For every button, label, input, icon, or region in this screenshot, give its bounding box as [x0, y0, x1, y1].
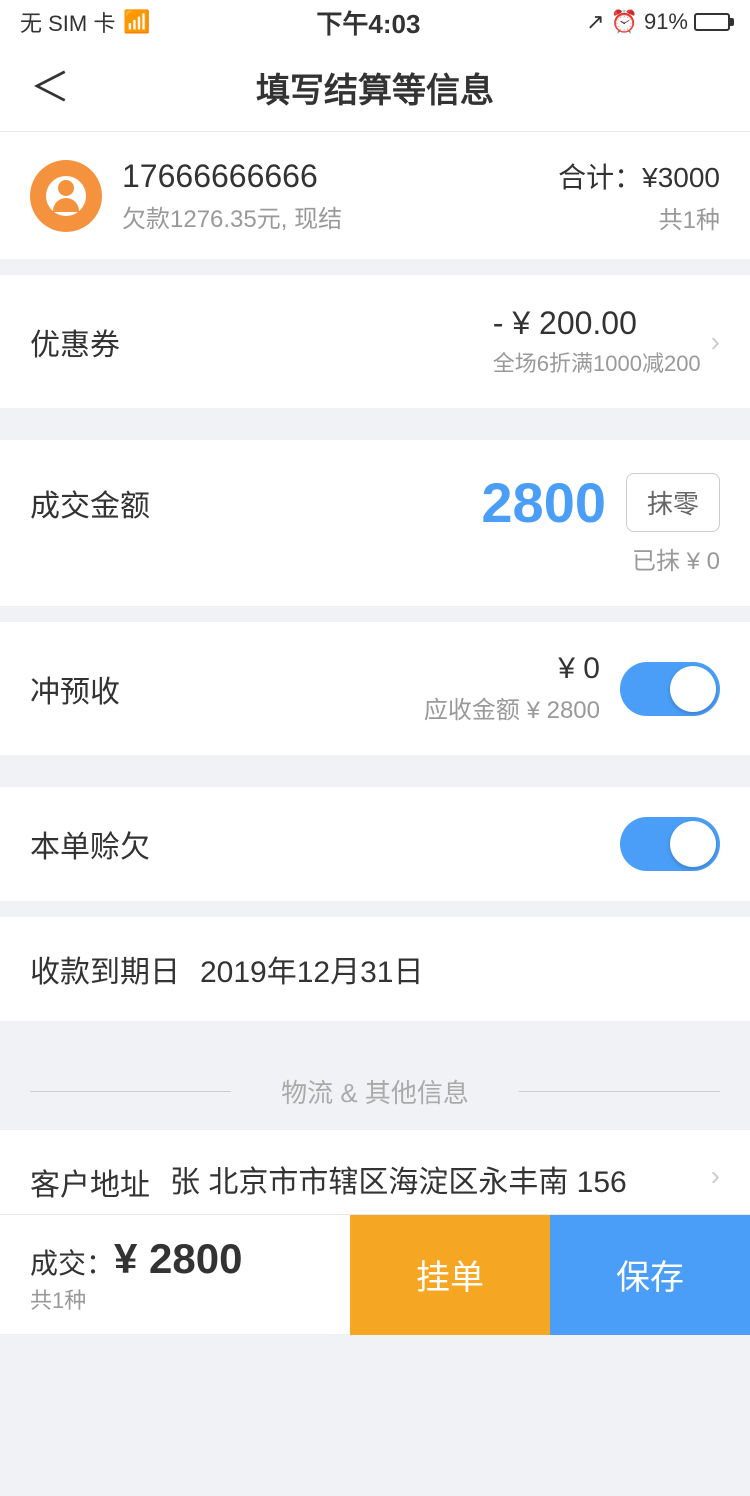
deal-row: 成交金额 2800 抹零 — [30, 470, 720, 535]
deal-amount-section: 成交金额 2800 抹零 已抹 ¥ 0 — [0, 440, 750, 606]
prepay-section: 冲预收 ¥ 0 应收金额 ¥ 2800 — [0, 622, 750, 755]
logistics-divider: 物流 & 其他信息 — [0, 1053, 750, 1130]
customer-right: 合计：¥3000 共1种 — [558, 156, 720, 235]
hang-button-label: 挂单 — [416, 1250, 484, 1299]
prepay-right: ¥ 0 应收金额 ¥ 2800 — [424, 652, 720, 725]
bottom-bar: 成交：¥ 2800 共1种 挂单 保存 — [0, 1214, 750, 1334]
total-label: 合计： — [558, 162, 642, 193]
coupon-amount: - ¥ 200.00 — [493, 305, 701, 342]
status-bar: 无 SIM 卡 📶 下午4:03 ↗ ⏰ 91% — [0, 0, 750, 44]
avatar — [30, 160, 102, 232]
prepay-label: 冲预收 — [30, 667, 120, 711]
bottom-deal-label: 成交： — [30, 1248, 114, 1279]
divider-line-left — [30, 1091, 231, 1092]
credit-section: 本单赊欠 — [0, 787, 750, 901]
coupon-detail: 全场6折满1000减200 — [493, 346, 701, 378]
wifi-icon: 📶 — [123, 9, 150, 35]
coupon-section: 优惠券 - ¥ 200.00 全场6折满1000减200 › — [0, 275, 750, 408]
customer-left: 17666666666 欠款1276.35元, 现结 — [30, 158, 342, 234]
deal-label: 成交金额 — [30, 481, 150, 525]
prepay-value-col: ¥ 0 应收金额 ¥ 2800 — [424, 652, 600, 725]
prepay-amount: ¥ 0 — [424, 652, 600, 686]
coupon-value-col: - ¥ 200.00 全场6折满1000减200 — [493, 305, 701, 378]
prepay-toggle[interactable] — [620, 662, 720, 716]
total-amount: ¥3000 — [642, 162, 720, 193]
nav-bar: ＜ 填写结算等信息 — [0, 44, 750, 132]
battery-pct: 91% — [644, 9, 688, 35]
battery-icon — [694, 13, 730, 31]
bottom-count: 共1种 — [30, 1283, 320, 1315]
logistics-label: 物流 & 其他信息 — [281, 1073, 469, 1110]
customer-phone: 17666666666 — [122, 158, 342, 195]
coupon-label: 优惠券 — [30, 320, 120, 364]
prepay-receivable: 应收金额 ¥ 2800 — [424, 690, 600, 725]
bottom-deal-amount: ¥ 2800 — [114, 1235, 242, 1282]
deal-amount-value: 2800 — [481, 470, 606, 535]
save-button-label: 保存 — [616, 1250, 684, 1299]
erase-button[interactable]: 抹零 — [626, 473, 720, 532]
back-button[interactable]: ＜ — [30, 68, 70, 108]
section-divider-1 — [0, 424, 750, 440]
customer-debt: 欠款1276.35元, 现结 — [122, 199, 342, 234]
coupon-row[interactable]: 优惠券 - ¥ 200.00 全场6折满1000减200 › — [0, 275, 750, 408]
bottom-deal-line: 成交：¥ 2800 — [30, 1235, 320, 1283]
page-title: 填写结算等信息 — [256, 63, 494, 112]
carrier-label: 无 SIM 卡 — [20, 6, 115, 38]
customer-info: 17666666666 欠款1276.35元, 现结 — [122, 158, 342, 234]
total-line: 合计：¥3000 — [558, 156, 720, 196]
address-chevron-icon: › — [711, 1160, 720, 1192]
total-count: 共1种 — [558, 200, 720, 235]
duedate-value: 2019年12月31日 — [200, 947, 423, 991]
status-right: ↗ ⏰ 91% — [586, 9, 730, 35]
status-time: 下午4:03 — [316, 4, 420, 41]
divider-line-right — [519, 1091, 720, 1092]
location-icon: ↗ — [586, 9, 604, 35]
customer-card: 17666666666 欠款1276.35元, 现结 合计：¥3000 共1种 — [0, 132, 750, 259]
credit-label: 本单赊欠 — [30, 822, 150, 866]
section-divider-2 — [0, 771, 750, 787]
address-label: 客户地址 — [30, 1160, 150, 1204]
deal-right: 2800 抹零 — [481, 470, 720, 535]
credit-toggle-knob — [670, 821, 716, 867]
erased-info: 已抹 ¥ 0 — [30, 541, 720, 576]
alarm-icon: ⏰ — [611, 9, 638, 35]
coupon-right: - ¥ 200.00 全场6折满1000减200 › — [493, 305, 720, 378]
prepay-row: 冲预收 ¥ 0 应收金额 ¥ 2800 — [30, 652, 720, 725]
duedate-section: 收款到期日 2019年12月31日 — [0, 917, 750, 1021]
status-left: 无 SIM 卡 📶 — [20, 6, 151, 38]
section-divider-3 — [0, 1037, 750, 1053]
credit-toggle[interactable] — [620, 817, 720, 871]
avatar-icon — [46, 176, 86, 216]
duedate-label: 收款到期日 — [30, 947, 180, 991]
coupon-chevron-icon: › — [711, 326, 720, 358]
save-button[interactable]: 保存 — [550, 1215, 750, 1335]
hang-button[interactable]: 挂单 — [350, 1215, 550, 1335]
bottom-summary: 成交：¥ 2800 共1种 — [0, 1235, 350, 1315]
toggle-knob — [670, 666, 716, 712]
